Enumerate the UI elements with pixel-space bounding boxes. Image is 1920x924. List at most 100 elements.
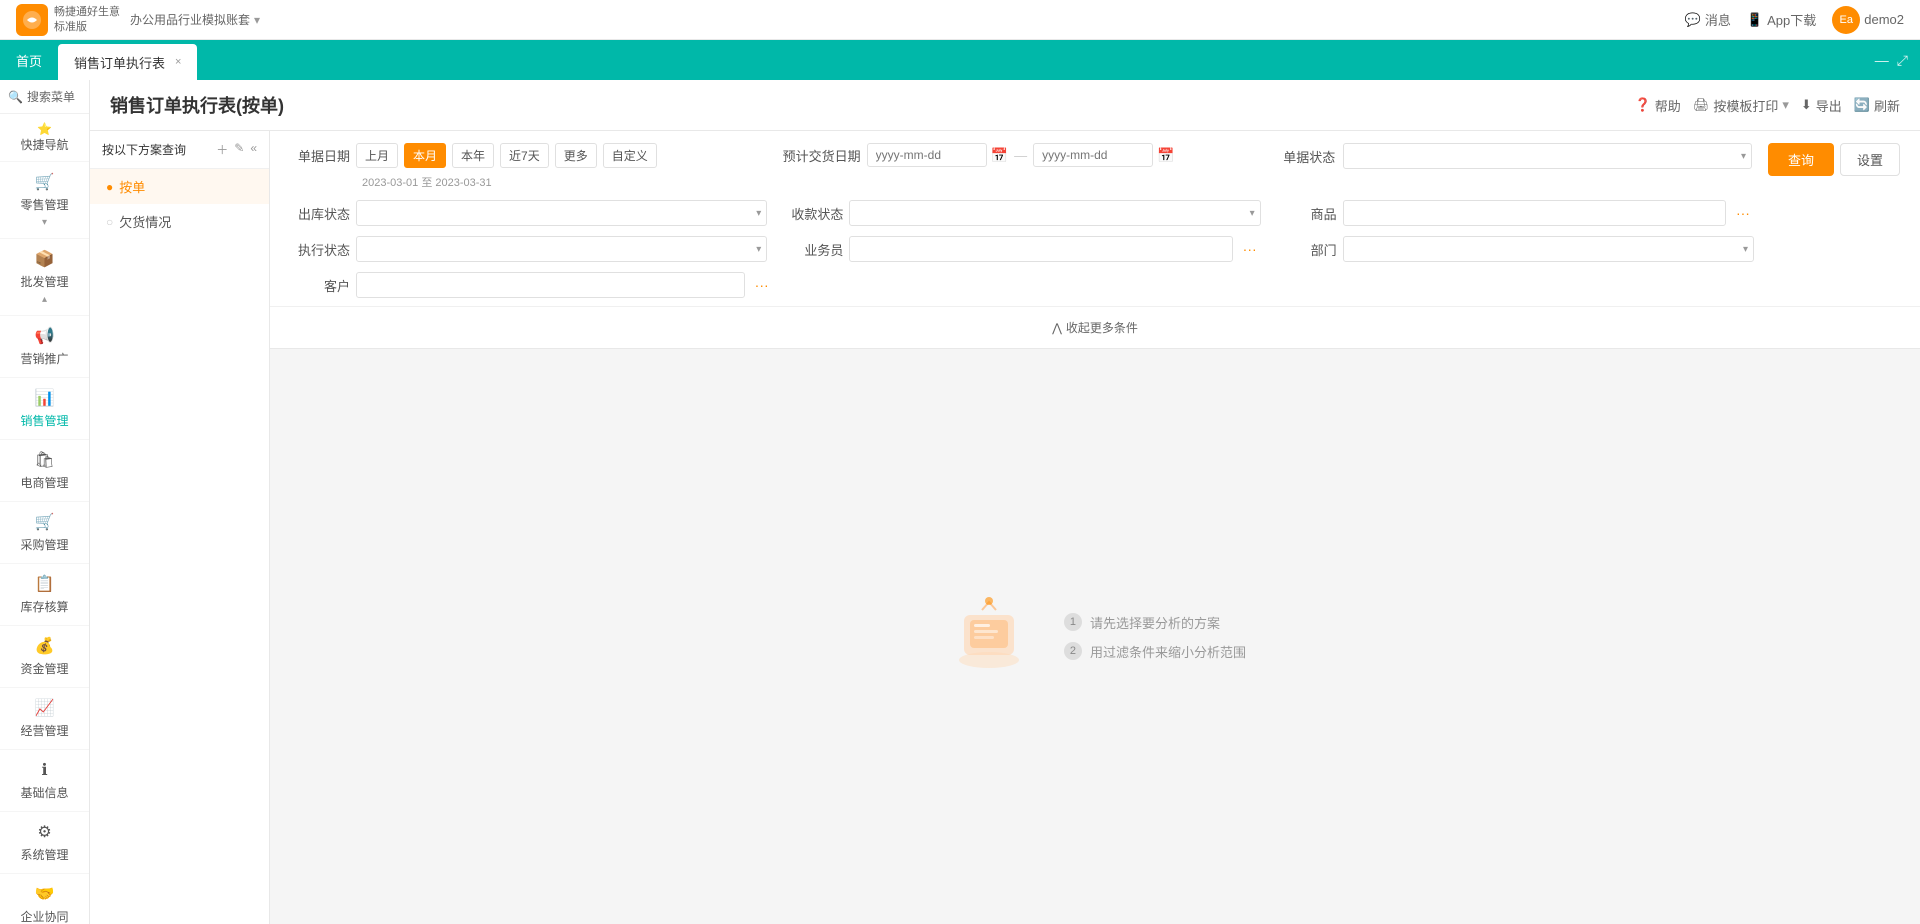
add-scheme-icon[interactable]: ＋ <box>216 141 228 158</box>
receipt-status-filter: 收款状态 ▾ <box>783 200 1260 226</box>
topbar-right: 💬 消息 📱 App下载 Ea demo2 <box>1685 6 1904 34</box>
page-title: 销售订单执行表(按单) <box>110 92 284 118</box>
sidebar-item-enterprise-collab[interactable]: 🤝 企业协同 <box>0 874 89 924</box>
search-button[interactable]: 查询 <box>1768 143 1834 176</box>
wholesale-icon: 📦 <box>35 249 55 269</box>
collapse-row: ⋀ 收起更多条件 <box>270 306 1920 348</box>
panel-header-icons: ＋ ✎ « <box>216 141 257 158</box>
date-btn-7days[interactable]: 近7天 <box>500 143 549 168</box>
customer-ellipsis[interactable]: ··· <box>751 277 773 293</box>
sidebar-item-retail[interactable]: 🛒 零售管理 ▾ <box>0 162 89 239</box>
minimize-icon[interactable]: — <box>1875 52 1889 68</box>
collapse-panel-icon[interactable]: « <box>250 141 257 158</box>
page-title-row: 销售订单执行表(按单) ❓ 帮助 🖨 按模板打印 ▾ ⬇ 导出 <box>110 92 1900 118</box>
sidebar-item-purchase[interactable]: 🛒 采购管理 <box>0 502 89 564</box>
receipt-status-label: 收款状态 <box>783 204 843 223</box>
date-filter-row: 单据日期 上月 本月 本年 近7天 更多 自定义 <box>290 143 767 168</box>
search-icon: 🔍 <box>8 90 23 104</box>
export-icon: ⬇ <box>1801 97 1812 113</box>
date-btn-last-month[interactable]: 上月 <box>356 143 398 168</box>
sidebar-item-system[interactable]: ⚙ 系统管理 <box>0 812 89 874</box>
refresh-btn[interactable]: 🔄 刷新 <box>1854 96 1900 115</box>
marketing-icon: 📢 <box>35 326 55 346</box>
sidebar-item-marketing[interactable]: 📢 营销推广 <box>0 316 89 378</box>
expected-date-end-input[interactable] <box>1033 143 1153 167</box>
tabbar-actions: — ⤢ <box>1875 52 1920 69</box>
goods-filter: 商品 ··· <box>1277 200 1754 226</box>
sidebar-item-inventory[interactable]: 📋 库存核算 <box>0 564 89 626</box>
doc-status-select[interactable] <box>1343 143 1752 169</box>
scheme-item-backorder[interactable]: ○ 欠货情况 <box>90 204 269 239</box>
empty-state-content: 1 请先选择要分析的方案 2 用过滤条件来缩小分析范围 <box>944 590 1246 683</box>
exec-status-label: 执行状态 <box>290 240 350 259</box>
goods-input[interactable] <box>1343 200 1726 226</box>
sidebar-item-wholesale[interactable]: 📦 批发管理 ▴ <box>0 239 89 316</box>
sidebar-item-finance[interactable]: 💰 资金管理 <box>0 626 89 688</box>
sidebar-item-quicknav[interactable]: ⭐ 快捷导航 <box>0 114 89 162</box>
date-filter: 单据日期 上月 本月 本年 近7天 更多 自定义 <box>290 143 767 190</box>
receipt-status-select[interactable] <box>849 200 1260 226</box>
left-panel: 按以下方案查询 ＋ ✎ « ● 按单 ○ 欠货情况 <box>90 131 270 924</box>
operations-icon: 📈 <box>35 698 55 718</box>
expected-date-filter: 预计交货日期 📅 — 📅 <box>783 143 1260 167</box>
avatar: Ea <box>1832 6 1860 34</box>
topbar: 畅捷通好生意 标准版 办公用品行业模拟账套 ▾ 💬 消息 📱 App下载 Ea … <box>0 0 1920 40</box>
filter-row-3: 执行状态 ▾ 业务员 ··· <box>270 226 1920 262</box>
print-btn[interactable]: 🖨 按模板打印 ▾ <box>1693 96 1789 115</box>
sidebar-item-operations[interactable]: 📈 经营管理 <box>0 688 89 750</box>
finance-icon: 💰 <box>35 636 55 656</box>
inventory-icon: 📋 <box>35 574 55 594</box>
purchase-icon: 🛒 <box>35 512 55 532</box>
customer-input[interactable] <box>356 272 745 298</box>
expected-date-start-input[interactable] <box>867 143 987 167</box>
date-btn-custom[interactable]: 自定义 <box>603 143 657 168</box>
system-icon: ⚙ <box>37 822 51 842</box>
date-btn-this-year[interactable]: 本年 <box>452 143 494 168</box>
scheme-item-by-order[interactable]: ● 按单 <box>90 169 269 204</box>
empty-tips: 1 请先选择要分析的方案 2 用过滤条件来缩小分析范围 <box>1064 613 1246 661</box>
date-options: 上月 本月 本年 近7天 更多 自定义 <box>356 143 657 168</box>
tab-home[interactable]: 首页 <box>0 40 58 80</box>
calendar-start-icon[interactable]: 📅 <box>991 147 1008 164</box>
tab-sales-exec[interactable]: 销售订单执行表 × <box>58 44 197 80</box>
dept-filter: 部门 ▾ <box>1277 236 1754 262</box>
tab-close-icon[interactable]: × <box>175 56 181 68</box>
exec-status-select-wrap: ▾ <box>356 236 767 262</box>
edit-scheme-icon[interactable]: ✎ <box>234 141 244 158</box>
out-status-filter: 出库状态 ▾ <box>290 200 767 226</box>
sidebar: 🔍 搜索菜单 ⭐ 快捷导航 🛒 零售管理 ▾ 📦 批发管理 ▴ 📢 营销推广 📊… <box>0 80 90 924</box>
expected-date-start: 📅 <box>867 143 1008 167</box>
date-btn-more[interactable]: 更多 <box>555 143 597 168</box>
doc-status-select-wrap: ▾ <box>1343 143 1752 169</box>
active-scheme-dot: ● <box>106 180 113 194</box>
out-status-select[interactable] <box>356 200 767 226</box>
calendar-end-icon[interactable]: 📅 <box>1157 147 1174 164</box>
dept-select[interactable] <box>1343 236 1754 262</box>
salesperson-input[interactable] <box>849 236 1232 262</box>
filter-row-2: 出库状态 ▾ 收款状态 <box>270 190 1920 226</box>
breadcrumb[interactable]: 办公用品行业模拟账套 ▾ <box>130 11 260 28</box>
page-actions: ❓ 帮助 🖨 按模板打印 ▾ ⬇ 导出 🔄 刷新 <box>1635 96 1900 115</box>
sales-icon: 📊 <box>35 388 55 408</box>
export-btn[interactable]: ⬇ 导出 <box>1801 96 1842 115</box>
date-btn-this-month[interactable]: 本月 <box>404 143 446 168</box>
salesperson-ellipsis[interactable]: ··· <box>1239 241 1261 257</box>
sidebar-search[interactable]: 🔍 搜索菜单 <box>0 80 89 114</box>
message-btn[interactable]: 💬 消息 <box>1685 10 1731 29</box>
mobile-icon: 📱 <box>1747 12 1763 28</box>
panel-header: 按以下方案查询 ＋ ✎ « <box>90 131 269 169</box>
sidebar-item-basic-info[interactable]: ℹ 基础信息 <box>0 750 89 812</box>
help-btn[interactable]: ❓ 帮助 <box>1635 96 1681 115</box>
exec-status-select[interactable] <box>356 236 767 262</box>
empty-tip-2: 2 用过滤条件来缩小分析范围 <box>1064 642 1246 661</box>
expand-icon[interactable]: ⤢ <box>1897 52 1908 69</box>
settings-button[interactable]: 设置 <box>1840 143 1900 176</box>
info-icon: ℹ <box>41 760 47 780</box>
user-avatar[interactable]: Ea demo2 <box>1832 6 1904 34</box>
refresh-icon: 🔄 <box>1854 97 1870 113</box>
goods-ellipsis[interactable]: ··· <box>1732 205 1754 221</box>
sidebar-item-ecommerce[interactable]: 🛍 电商管理 <box>0 440 89 502</box>
app-download-btn[interactable]: 📱 App下载 <box>1747 10 1816 29</box>
collapse-btn[interactable]: ⋀ 收起更多条件 <box>1048 315 1142 340</box>
sidebar-item-sales[interactable]: 📊 销售管理 <box>0 378 89 440</box>
